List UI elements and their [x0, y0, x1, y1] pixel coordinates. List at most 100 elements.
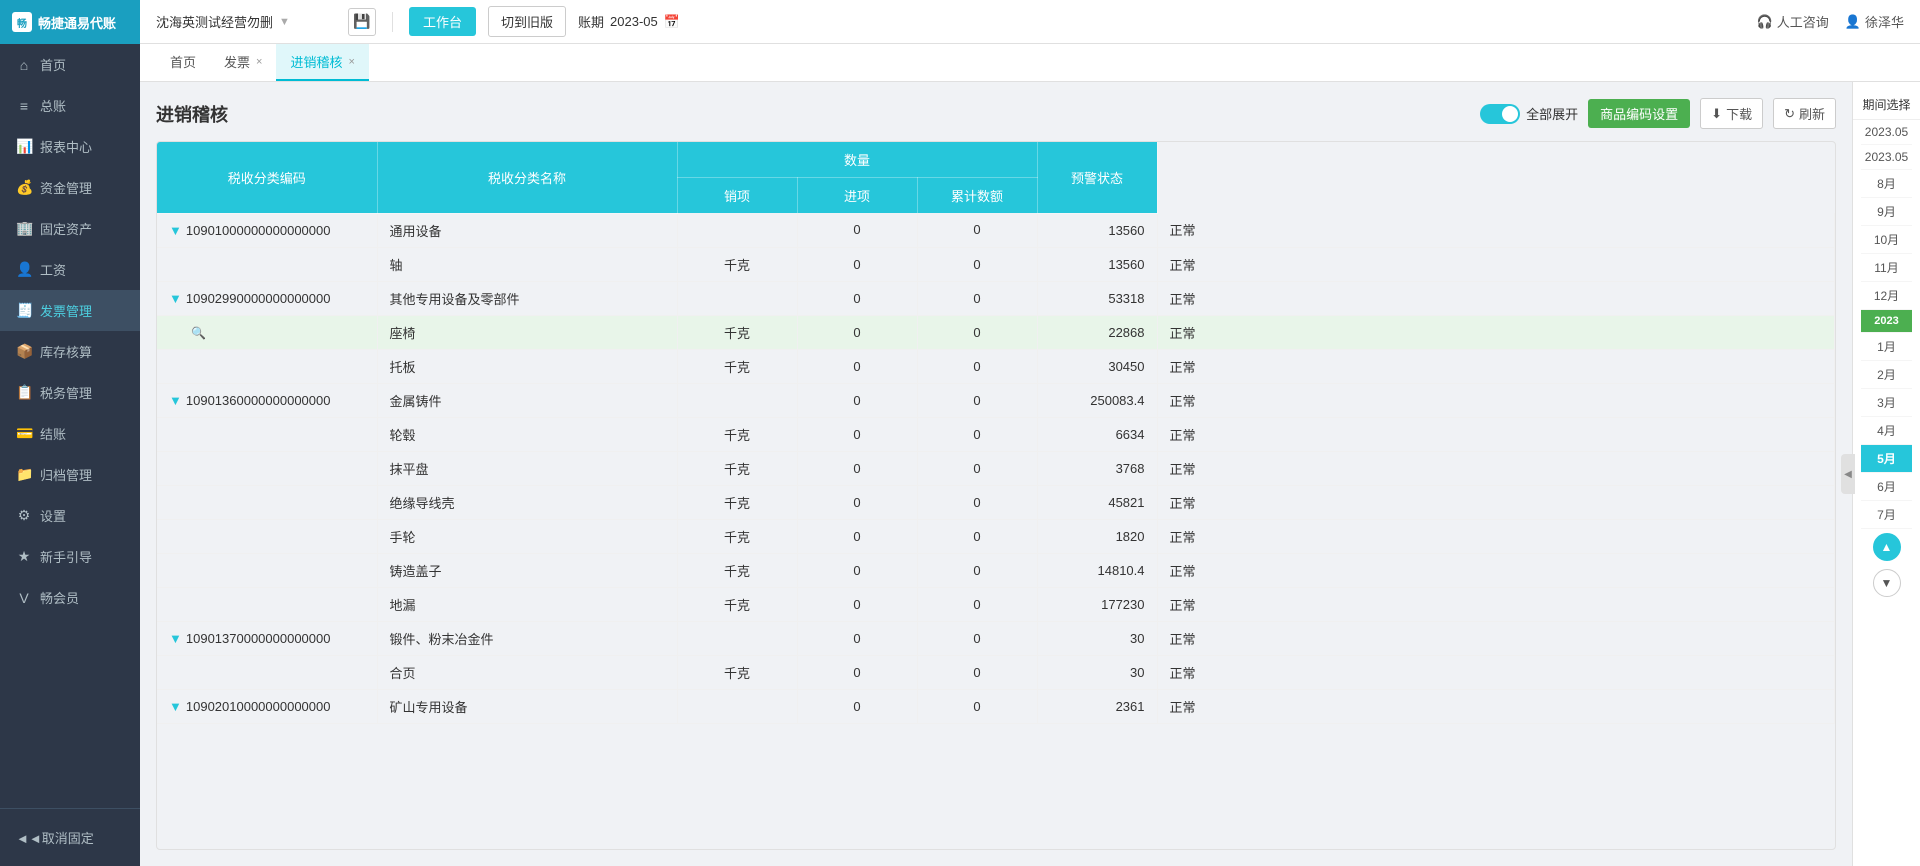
period-down-button[interactable]: ▼: [1873, 569, 1901, 597]
toggle-switch[interactable]: [1480, 104, 1520, 124]
tab-invoice-close[interactable]: ×: [256, 56, 262, 68]
tree-expand-icon[interactable]: ▼: [169, 631, 182, 646]
tab-reconcile[interactable]: 进销稽核 ×: [276, 44, 368, 81]
col-total: 累计数额: [917, 178, 1037, 214]
sidebar-item-reports[interactable]: 📊 报表中心: [0, 126, 140, 167]
sidebar-item-settings[interactable]: ⚙ 设置: [0, 495, 140, 536]
refresh-icon: ↻: [1784, 106, 1795, 122]
period-item[interactable]: 2月: [1861, 361, 1912, 389]
unit-cell: [677, 621, 797, 655]
tree-expand-icon[interactable]: ▼: [169, 393, 182, 408]
tree-expand-icon[interactable]: ▼: [169, 699, 182, 714]
panel-toggle-button[interactable]: ◀: [1841, 454, 1855, 494]
table-row: 铸造盖子千克0014810.4正常: [157, 553, 1835, 587]
sidebar-item-inventory[interactable]: 📦 库存核算: [0, 331, 140, 372]
search-icon[interactable]: 🔍: [191, 326, 206, 340]
expand-all-toggle[interactable]: 全部展开: [1480, 104, 1578, 124]
sale-cell: 0: [797, 451, 917, 485]
calendar-icon[interactable]: 📅: [664, 14, 680, 30]
total-cell: 30: [1037, 621, 1157, 655]
sidebar-item-home[interactable]: ⌂ 首页: [0, 44, 140, 85]
unit-cell: 千克: [677, 587, 797, 621]
period-item[interactable]: 2023: [1861, 310, 1912, 333]
company-selector[interactable]: 沈海英测试经营勿删 ▼: [156, 12, 336, 31]
old-version-button[interactable]: 切到旧版: [488, 6, 566, 37]
tab-home[interactable]: 首页: [156, 44, 210, 81]
total-cell: 250083.4: [1037, 383, 1157, 417]
period-item[interactable]: 2023.05: [1861, 120, 1912, 145]
home-icon: ⌂: [16, 57, 32, 73]
period-item[interactable]: 7月: [1861, 501, 1912, 529]
header-divider: [392, 12, 393, 32]
tax-code-cell: ▼10902990000000000000: [157, 281, 377, 315]
unit-cell: 千克: [677, 417, 797, 451]
sale-cell: 0: [797, 247, 917, 281]
sidebar-bottom: ◄◄取消固定: [0, 808, 140, 866]
status-cell: 正常: [1157, 621, 1835, 655]
sidebar-item-salary[interactable]: 👤 工资: [0, 249, 140, 290]
tax-name-cell: 金属铸件: [377, 383, 677, 417]
sidebar-item-assets[interactable]: 🏢 固定资产: [0, 208, 140, 249]
sale-cell: 0: [797, 417, 917, 451]
tree-expand-icon[interactable]: ▼: [169, 223, 182, 238]
period-item[interactable]: 4月: [1861, 417, 1912, 445]
purchase-cell: 0: [917, 315, 1037, 349]
workbench-button[interactable]: 工作台: [409, 7, 476, 36]
status-cell: 正常: [1157, 485, 1835, 519]
download-button[interactable]: ⬇ 下载: [1700, 98, 1763, 129]
sidebar-item-label: 结账: [40, 424, 66, 443]
total-cell: 30: [1037, 655, 1157, 689]
tab-invoice[interactable]: 发票 ×: [210, 44, 276, 81]
reports-icon: 📊: [16, 138, 32, 155]
service-button[interactable]: 🎧 人工咨询: [1757, 12, 1829, 31]
sale-cell: 0: [797, 655, 917, 689]
purchase-cell: 0: [917, 655, 1037, 689]
sale-cell: 0: [797, 587, 917, 621]
download-label: 下载: [1726, 104, 1752, 123]
sidebar-item-ledger[interactable]: ≡ 总账: [0, 85, 140, 126]
sidebar-item-archive[interactable]: 📁 归档管理: [0, 454, 140, 495]
save-button[interactable]: 💾: [348, 8, 376, 36]
user-profile[interactable]: 👤 徐泽华: [1845, 12, 1904, 31]
period-item[interactable]: 1月: [1861, 333, 1912, 361]
period-item[interactable]: 10月: [1861, 226, 1912, 254]
period-item[interactable]: 12月: [1861, 282, 1912, 310]
period-item[interactable]: 6月: [1861, 473, 1912, 501]
sidebar-item-funds[interactable]: 💰 资金管理: [0, 167, 140, 208]
period-item[interactable]: 3月: [1861, 389, 1912, 417]
period-item[interactable]: 2023.05: [1861, 145, 1912, 170]
sidebar-item-settlement[interactable]: 💳 结账: [0, 413, 140, 454]
table-row: 手轮千克001820正常: [157, 519, 1835, 553]
tree-expand-icon[interactable]: ▼: [169, 291, 182, 306]
unit-cell: [677, 689, 797, 723]
guide-icon: ★: [16, 548, 32, 565]
sidebar-item-guide[interactable]: ★ 新手引导: [0, 536, 140, 577]
status-cell: 正常: [1157, 315, 1835, 349]
total-cell: 14810.4: [1037, 553, 1157, 587]
tax-name-cell: 轮毂: [377, 417, 677, 451]
status-cell: 正常: [1157, 587, 1835, 621]
refresh-button[interactable]: ↻ 刷新: [1773, 98, 1836, 129]
tab-reconcile-close[interactable]: ×: [348, 56, 354, 68]
sale-cell: 0: [797, 281, 917, 315]
table-row: ▼10902010000000000000矿山专用设备002361正常: [157, 689, 1835, 723]
product-code-button[interactable]: 商品编码设置: [1588, 99, 1690, 128]
sidebar-item-invoice[interactable]: 🧾 发票管理: [0, 290, 140, 331]
period-item[interactable]: 9月: [1861, 198, 1912, 226]
period-item[interactable]: 11月: [1861, 254, 1912, 282]
purchase-cell: 0: [917, 281, 1037, 315]
period-up-button[interactable]: ▲: [1873, 533, 1901, 561]
tax-name-cell: 地漏: [377, 587, 677, 621]
sidebar-item-tax[interactable]: 📋 税务管理: [0, 372, 140, 413]
unpin-button[interactable]: ◄◄取消固定: [0, 817, 140, 858]
col-qty-group: 数量: [677, 142, 1037, 178]
sidebar-item-vip[interactable]: V 畅会员: [0, 577, 140, 618]
data-table: 税收分类编码 税收分类名称 数量 预警状态 销项 进项 累计数额 ▼109010…: [157, 142, 1835, 724]
sidebar-item-label: 总账: [40, 96, 66, 115]
chevron-down-icon: ▼: [279, 16, 290, 28]
period-item[interactable]: 5月: [1861, 445, 1912, 473]
period-item[interactable]: 8月: [1861, 170, 1912, 198]
unit-cell: [677, 281, 797, 315]
sale-cell: 0: [797, 485, 917, 519]
table-row: ▼10902990000000000000其他专用设备及零部件0053318正常: [157, 281, 1835, 315]
